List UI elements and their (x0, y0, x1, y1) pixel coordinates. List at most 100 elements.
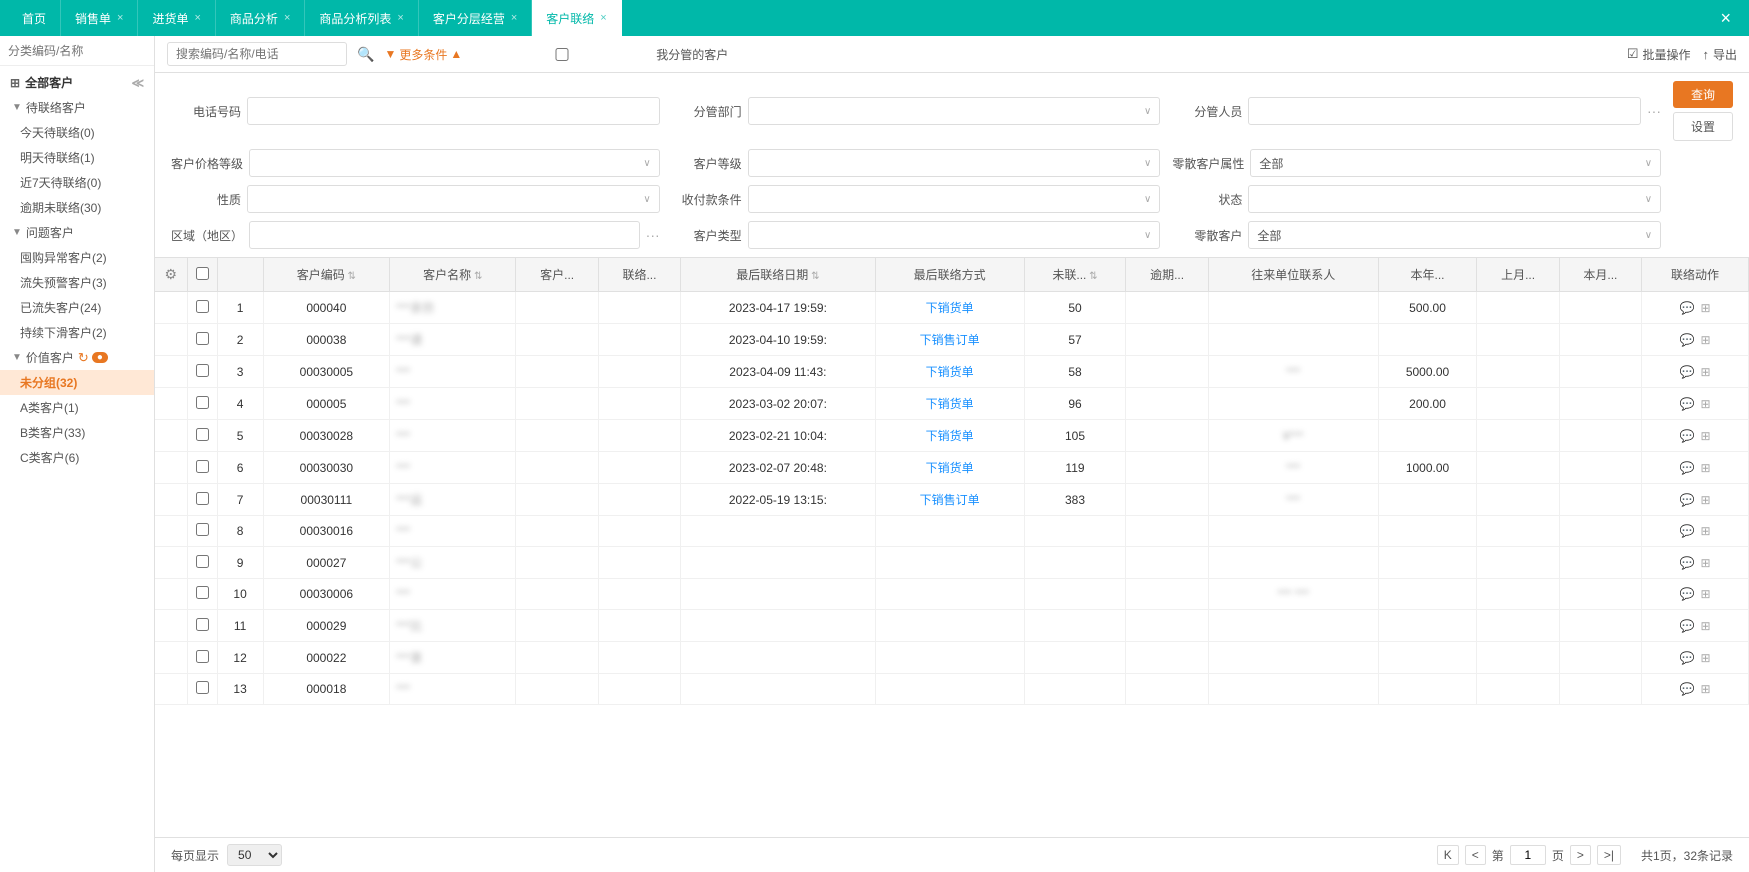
chat-icon-0[interactable]: 💬 (1680, 301, 1695, 315)
row-action-2[interactable]: 💬 ⊞ (1642, 356, 1749, 388)
row-last-way-4[interactable]: 下销货单 (875, 420, 1024, 452)
select-all-checkbox[interactable] (196, 267, 209, 280)
grid-action-icon-11[interactable]: ⊞ (1700, 651, 1710, 665)
prev-page-btn[interactable]: < (1465, 845, 1486, 865)
sidebar-item-today[interactable]: 今天待联络(0) (0, 120, 154, 145)
row-checkbox-12[interactable] (196, 681, 209, 694)
col-unlink-header[interactable]: 未联... (1024, 258, 1126, 292)
dept-select[interactable]: ∨ (748, 97, 1161, 125)
sidebar-item-tomorrow[interactable]: 明天待联络(1) (0, 145, 154, 170)
row-check-5[interactable] (187, 452, 217, 484)
row-last-way-0[interactable]: 下销货单 (875, 292, 1024, 324)
grid-action-icon-2[interactable]: ⊞ (1700, 365, 1710, 379)
chat-icon-12[interactable]: 💬 (1680, 682, 1695, 696)
phone-input[interactable] (247, 97, 660, 125)
page-number-input[interactable] (1510, 845, 1546, 865)
chat-icon-1[interactable]: 💬 (1680, 333, 1695, 347)
close-customer-contact-tab[interactable]: × (600, 12, 606, 24)
chat-icon-10[interactable]: 💬 (1680, 619, 1695, 633)
row-checkbox-2[interactable] (196, 364, 209, 377)
retail-attr-select[interactable]: 全部 ∨ (1250, 149, 1661, 177)
close-sales-tab[interactable]: × (117, 12, 123, 24)
row-last-way-5[interactable]: 下销货单 (875, 452, 1024, 484)
retail-customer-select[interactable]: 全部 ∨ (1248, 221, 1661, 249)
sidebar-item-b-class[interactable]: B类客户(33) (0, 420, 154, 445)
col-checkbox-header[interactable] (187, 258, 217, 292)
chat-icon-5[interactable]: 💬 (1680, 461, 1695, 475)
batch-op-btn[interactable]: ☑ 批量操作 (1627, 46, 1691, 63)
row-check-3[interactable] (187, 388, 217, 420)
chat-icon-8[interactable]: 💬 (1680, 556, 1695, 570)
grid-action-icon-5[interactable]: ⊞ (1700, 461, 1710, 475)
manager-dotbtn[interactable]: ··· (1647, 103, 1661, 119)
sidebar-collapse-btn[interactable]: ≪ (131, 76, 144, 90)
sidebar-item-overdue[interactable]: 逾期未联络(30) (0, 195, 154, 220)
sidebar-item-churned[interactable]: 已流失客户(24) (0, 295, 154, 320)
row-action-8[interactable]: 💬 ⊞ (1642, 547, 1749, 579)
chat-icon-9[interactable]: 💬 (1680, 587, 1695, 601)
chat-icon-3[interactable]: 💬 (1680, 397, 1695, 411)
row-last-way-2[interactable]: 下销货单 (875, 356, 1024, 388)
nature-select[interactable]: ∨ (247, 185, 660, 213)
nav-customer-contact[interactable]: 客户联络 × (532, 0, 621, 36)
nav-sales[interactable]: 销售单 × (61, 0, 138, 36)
price-level-select[interactable]: ∨ (249, 149, 660, 177)
row-last-way-3[interactable]: 下销货单 (875, 388, 1024, 420)
row-action-7[interactable]: 💬 ⊞ (1642, 516, 1749, 547)
row-check-2[interactable] (187, 356, 217, 388)
row-check-12[interactable] (187, 674, 217, 705)
sidebar-item-ungroup[interactable]: 未分组(32) (0, 370, 154, 395)
grid-action-icon-3[interactable]: ⊞ (1700, 397, 1710, 411)
row-last-way-6[interactable]: 下销售订单 (875, 484, 1024, 516)
chat-icon-11[interactable]: 💬 (1680, 651, 1695, 665)
settings-icon[interactable]: ⚙ (164, 266, 177, 282)
grid-action-icon-8[interactable]: ⊞ (1700, 556, 1710, 570)
refresh-icon[interactable]: ↻ (78, 350, 89, 366)
row-last-way-8[interactable] (875, 547, 1024, 579)
sidebar-search-input[interactable] (8, 44, 155, 58)
sidebar-group-value[interactable]: ▼ 价值客户 ↻ ● (0, 345, 154, 370)
row-check-8[interactable] (187, 547, 217, 579)
row-checkbox-3[interactable] (196, 396, 209, 409)
grid-action-icon-0[interactable]: ⊞ (1700, 301, 1710, 315)
row-check-0[interactable] (187, 292, 217, 324)
row-action-6[interactable]: 💬 ⊞ (1642, 484, 1749, 516)
close-purchase-tab[interactable]: × (194, 12, 200, 24)
row-last-way-11[interactable] (875, 642, 1024, 674)
row-action-1[interactable]: 💬 ⊞ (1642, 324, 1749, 356)
row-check-11[interactable] (187, 642, 217, 674)
sidebar-item-c-class[interactable]: C类客户(6) (0, 445, 154, 470)
col-last-date-header[interactable]: 最后联络日期 (681, 258, 876, 292)
chat-icon-4[interactable]: 💬 (1680, 429, 1695, 443)
sidebar-item-declining[interactable]: 持续下滑客户(2) (0, 320, 154, 345)
row-checkbox-6[interactable] (196, 492, 209, 505)
row-action-4[interactable]: 💬 ⊞ (1642, 420, 1749, 452)
row-checkbox-10[interactable] (196, 618, 209, 631)
close-product-list-tab[interactable]: × (397, 12, 403, 24)
row-action-0[interactable]: 💬 ⊞ (1642, 292, 1749, 324)
reset-button[interactable]: 设置 (1673, 112, 1733, 141)
customer-type-select[interactable]: ∨ (748, 221, 1161, 249)
row-check-9[interactable] (187, 579, 217, 610)
row-checkbox-0[interactable] (196, 300, 209, 313)
chat-icon-2[interactable]: 💬 (1680, 365, 1695, 379)
row-checkbox-5[interactable] (196, 460, 209, 473)
last-page-btn[interactable]: >| (1597, 845, 1621, 865)
search-input[interactable] (167, 42, 347, 66)
sidebar-group-problem[interactable]: ▼ 问题客户 (0, 220, 154, 245)
sidebar-item-churn-warning[interactable]: 流失预警客户(3) (0, 270, 154, 295)
nav-home[interactable]: 首页 (8, 0, 61, 36)
row-action-10[interactable]: 💬 ⊞ (1642, 610, 1749, 642)
sidebar-item-7days[interactable]: 近7天待联络(0) (0, 170, 154, 195)
row-checkbox-4[interactable] (196, 428, 209, 441)
filter-search-icon[interactable]: 🔍 (357, 46, 374, 63)
row-check-10[interactable] (187, 610, 217, 642)
row-action-3[interactable]: 💬 ⊞ (1642, 388, 1749, 420)
grid-action-icon-1[interactable]: ⊞ (1700, 333, 1710, 347)
more-conditions-btn[interactable]: ▼ 更多条件 ▲ (384, 46, 462, 63)
query-button[interactable]: 查询 (1673, 81, 1733, 108)
grid-action-icon-7[interactable]: ⊞ (1700, 524, 1710, 538)
first-page-btn[interactable]: K (1437, 845, 1459, 865)
customer-level-select[interactable]: ∨ (748, 149, 1161, 177)
close-product-analysis-tab[interactable]: × (284, 12, 290, 24)
